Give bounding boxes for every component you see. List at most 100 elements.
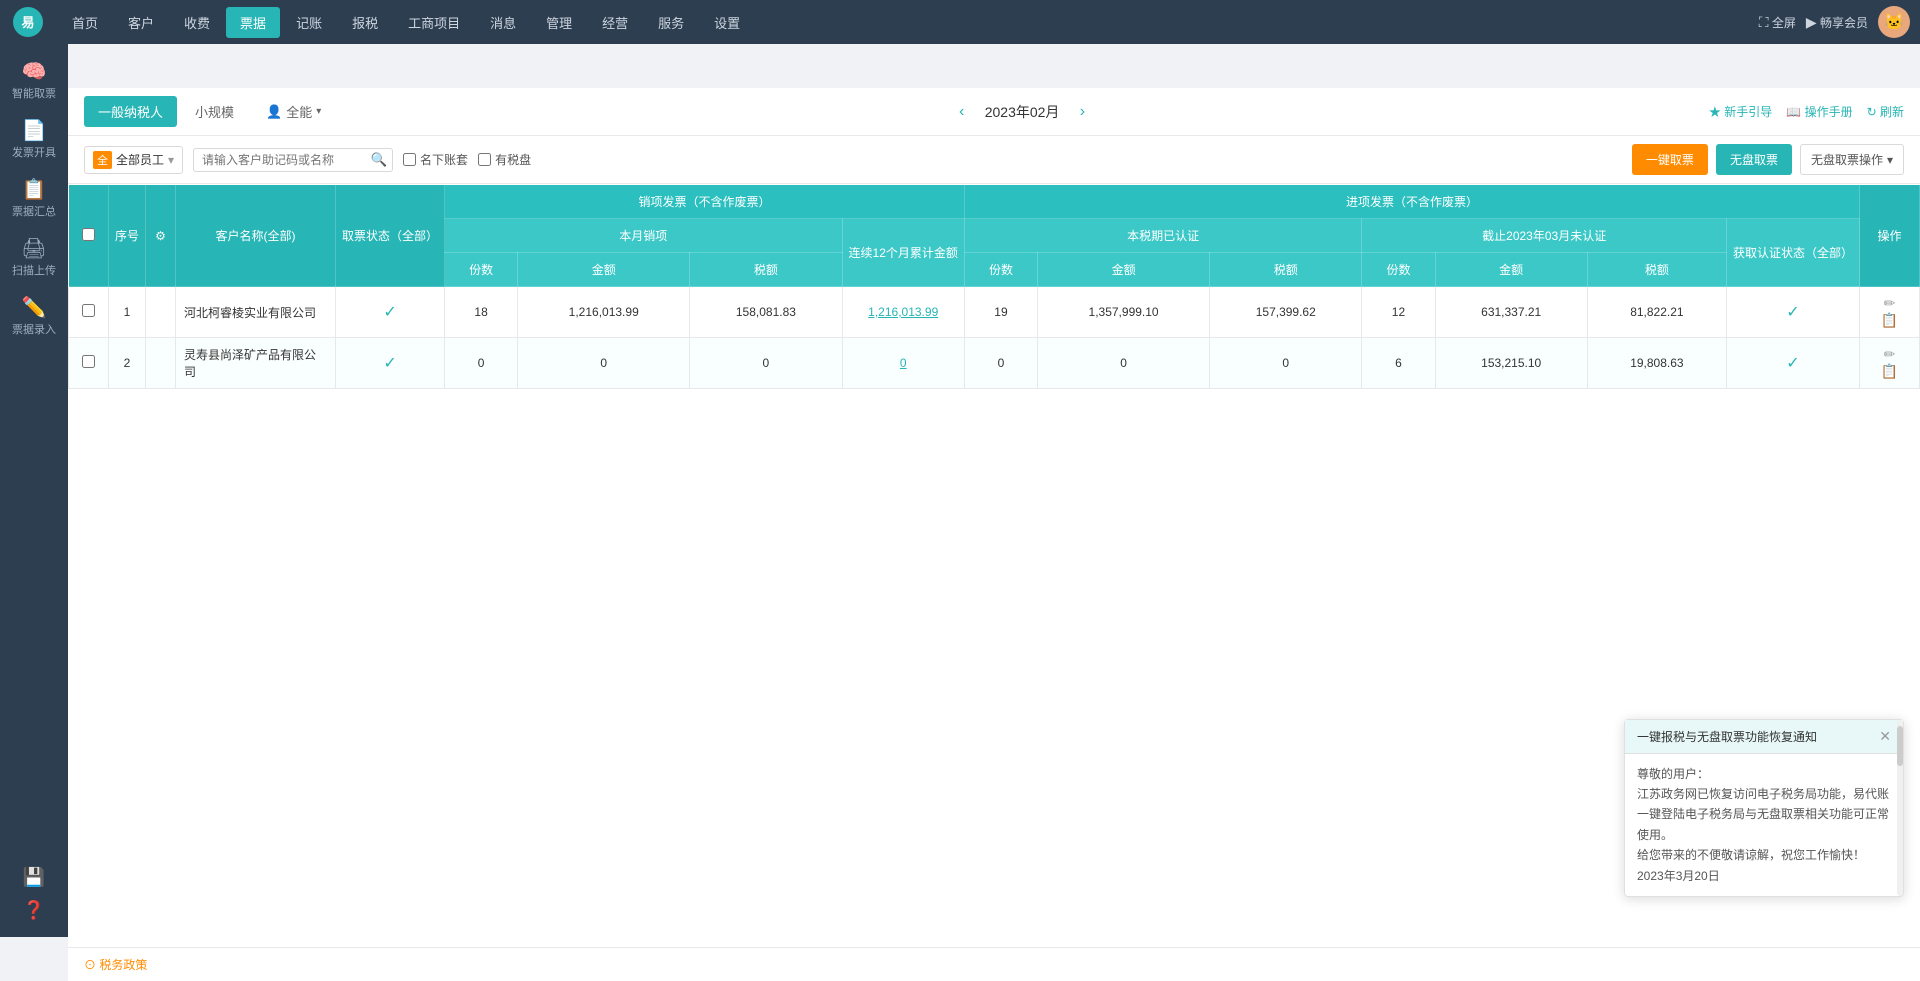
sidebar-item-invoice-entry[interactable]: ✏️ 票据录入: [0, 290, 68, 345]
nav-billing[interactable]: 收费: [170, 7, 224, 38]
row-pending-count: 12: [1362, 287, 1435, 338]
employee-selector[interactable]: 全 全部员工 ▾: [84, 146, 183, 174]
sidebar: 🧠 智能取票 📄 发票开具 📋 票据汇总 🖨 扫描上传 ✏️ 票据录入 💾 ❓: [0, 44, 68, 937]
search-button[interactable]: 🔍: [370, 152, 387, 168]
no-disk-fetch-btn[interactable]: 无盘取票: [1716, 144, 1792, 175]
row-pending-amount: 153,215.10: [1435, 338, 1587, 389]
sidebar-label-invoice-entry: 票据录入: [12, 321, 56, 337]
nav-customer[interactable]: 客户: [114, 7, 168, 38]
col-customer-header[interactable]: 客户名称(全部): [176, 185, 336, 287]
nav-home[interactable]: 首页: [58, 7, 112, 38]
nav-bookkeeping[interactable]: 记账: [282, 7, 336, 38]
current-month: 2023年02月: [985, 102, 1060, 122]
nav-items: 首页 客户 收费 票据 记账 报税 工商项目 消息 管理 经营 服务 设置: [58, 7, 1759, 38]
tax-disk-checkbox[interactable]: 有税盘: [478, 151, 531, 168]
col-sales-amount-header: 金额: [518, 253, 690, 287]
nav-settings[interactable]: 设置: [700, 7, 754, 38]
col-sales-group-header: 销项发票（不含作废票）: [445, 185, 965, 219]
row-sales-amount: 0: [518, 338, 690, 389]
toolbar-right-buttons: 一键取票 无盘取票 无盘取票操作 ▾: [1632, 144, 1904, 175]
sidebar-item-scan-upload[interactable]: 🖨 扫描上传: [0, 231, 68, 286]
row-edit-icon[interactable]: ✏: [1881, 346, 1899, 362]
month-navigation: ‹ 2023年02月 ›: [339, 101, 1705, 123]
col-pending-count-header: 份数: [1362, 253, 1435, 287]
sidebar-item-invoice-open[interactable]: 📄 发票开具: [0, 113, 68, 168]
row-sales-amount: 1,216,013.99: [518, 287, 690, 338]
col-settings-header: ⚙: [146, 185, 176, 287]
manual-btn[interactable]: 📖 操作手册: [1786, 103, 1852, 120]
one-key-fetch-btn[interactable]: 一键取票: [1632, 144, 1708, 175]
logo: 易: [10, 4, 46, 40]
refresh-btn[interactable]: ↻ 刷新: [1867, 103, 1904, 120]
col-pur-count-header: 份数: [964, 253, 1037, 287]
manual-icon: 📖: [1786, 105, 1801, 119]
sidebar-help[interactable]: ❓: [23, 900, 45, 921]
col-fetch-status-header[interactable]: 取票状态（全部）: [336, 185, 445, 287]
col-pur-amount-header: 金额: [1038, 253, 1210, 287]
sub-account-check[interactable]: [403, 153, 416, 166]
row-pending-amount: 631,337.21: [1435, 287, 1587, 338]
select-all-checkbox[interactable]: [82, 228, 95, 241]
nav-business[interactable]: 工商项目: [394, 7, 474, 38]
notification-body: 尊敬的用户： 江苏政务网已恢复访问电子税务局功能，易代账一键登陆电子税务局与无盘…: [1625, 754, 1903, 896]
col-pending-tax-header: 税额: [1587, 253, 1726, 287]
col-checkbox-header: [69, 185, 109, 287]
all-tab-icon: 👤: [266, 104, 282, 120]
fetch-status-check-icon: ✓: [383, 355, 396, 372]
notification-scrollbar[interactable]: [1897, 720, 1903, 896]
next-month-btn[interactable]: ›: [1071, 101, 1093, 123]
col-sales-count-header: 份数: [445, 253, 518, 287]
col-certified-header: 本税期已认证: [964, 219, 1362, 253]
row-detail-icon[interactable]: 📋: [1878, 312, 1901, 328]
nav-tax[interactable]: 报税: [338, 7, 392, 38]
sidebar-download[interactable]: 💾: [23, 867, 45, 888]
smart-fetch-icon: 🧠: [22, 62, 47, 82]
svg-text:易: 易: [21, 15, 34, 30]
employee-label: 全部员工: [116, 151, 164, 168]
row-checkbox[interactable]: [69, 287, 109, 338]
invoice-open-icon: 📄: [22, 121, 47, 141]
tax-disk-check[interactable]: [478, 153, 491, 166]
row-checkbox[interactable]: [69, 338, 109, 389]
search-input[interactable]: [193, 148, 393, 172]
col-pur-tax-header: 税额: [1210, 253, 1362, 287]
nav-operation[interactable]: 经营: [588, 7, 642, 38]
tab-all[interactable]: 👤 全能 ▾: [252, 96, 335, 127]
tax-policy-link[interactable]: ⊙ 税务政策: [84, 958, 147, 972]
row-sales-cumulative[interactable]: 1,216,013.99: [842, 287, 964, 338]
col-sales-tax-header: 税额: [690, 253, 842, 287]
notification-close-btn[interactable]: ✕: [1879, 728, 1891, 745]
nav-invoice[interactable]: 票据: [226, 7, 280, 38]
nav-manage[interactable]: 管理: [532, 7, 586, 38]
sidebar-item-invoice-summary[interactable]: 📋 票据汇总: [0, 172, 68, 227]
tab-header: 一般纳税人 小规模 👤 全能 ▾ ‹ 2023年02月 › ★ 新手引导 📖 操…: [68, 88, 1920, 136]
fullscreen-btn[interactable]: ⛶ 全屏: [1759, 14, 1796, 31]
prev-month-btn[interactable]: ‹: [951, 101, 973, 123]
invoice-summary-icon: 📋: [22, 180, 47, 200]
row-settings: [146, 338, 176, 389]
logo-icon: 易: [12, 6, 44, 38]
nav-service[interactable]: 服务: [644, 7, 698, 38]
col-purchase-fetch-status-header[interactable]: 获取认证状态（全部）: [1726, 219, 1859, 287]
nav-message[interactable]: 消息: [476, 7, 530, 38]
row-no: 1: [109, 287, 146, 338]
sub-account-checkbox[interactable]: 名下账套: [403, 151, 468, 168]
tab-small-scale[interactable]: 小规模: [181, 96, 248, 127]
tab-general-taxpayer[interactable]: 一般纳税人: [84, 96, 177, 127]
sidebar-label-invoice-summary: 票据汇总: [12, 203, 56, 219]
notification-header: 一键报税与无盘取票功能恢复通知 ✕: [1625, 720, 1903, 754]
notification-popup: 一键报税与无盘取票功能恢复通知 ✕ 尊敬的用户： 江苏政务网已恢复访问电子税务局…: [1624, 719, 1904, 897]
user-avatar[interactable]: 🐱: [1878, 6, 1910, 38]
new-guide-btn[interactable]: ★ 新手引导: [1709, 103, 1772, 120]
row-sales-tax: 0: [690, 338, 842, 389]
tab-dropdown-icon: ▾: [316, 106, 321, 117]
settings-icon[interactable]: ⚙: [155, 229, 166, 243]
scan-upload-icon: 🖨: [21, 239, 46, 259]
no-disk-more-btn[interactable]: 无盘取票操作 ▾: [1800, 144, 1904, 175]
member-btn[interactable]: ▶ 畅享会员: [1806, 14, 1868, 31]
sidebar-item-smart-fetch[interactable]: 🧠 智能取票: [0, 54, 68, 109]
row-detail-icon[interactable]: 📋: [1878, 363, 1901, 379]
row-edit-icon[interactable]: ✏: [1881, 295, 1899, 311]
row-sales-cumulative[interactable]: 0: [842, 338, 964, 389]
top-nav-right: ⛶ 全屏 ▶ 畅享会员 🐱: [1759, 6, 1910, 38]
